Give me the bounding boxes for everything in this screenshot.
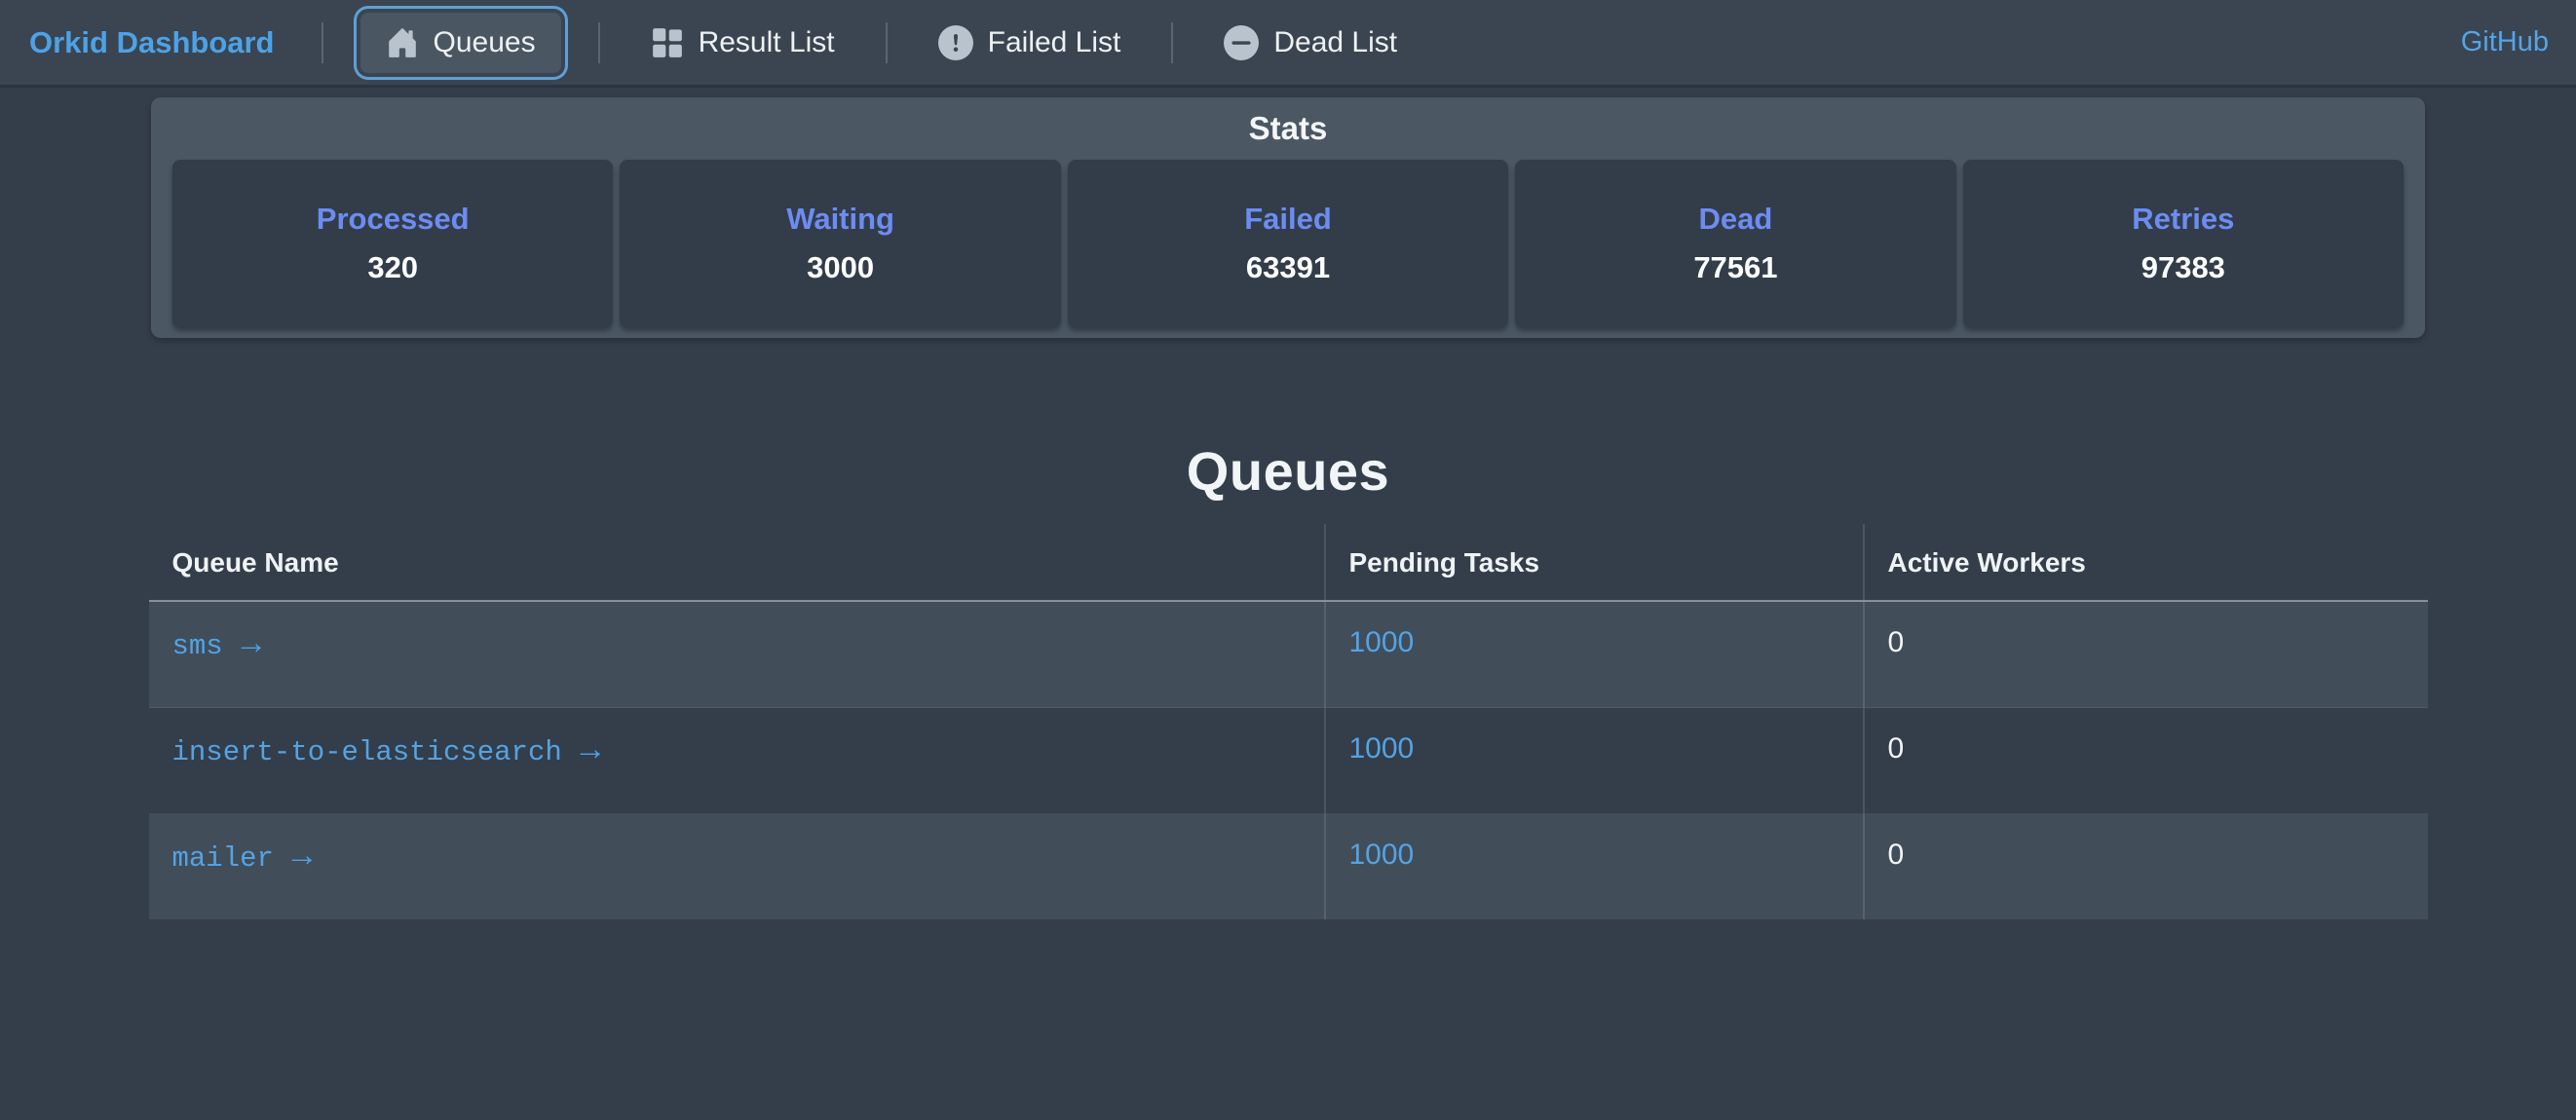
grid-icon	[651, 26, 684, 59]
queue-name-cell: insert-to-elasticsearch →	[149, 708, 1325, 814]
stat-value: 77561	[1693, 250, 1777, 285]
nav-divider	[598, 22, 600, 63]
queue-link[interactable]: sms	[172, 630, 223, 662]
stat-label: Failed	[1244, 202, 1332, 237]
arrow-right-icon: →	[235, 624, 268, 661]
stat-value: 320	[367, 250, 418, 285]
page-title: Queues	[0, 439, 2576, 503]
nav-item-label: Queues	[434, 26, 536, 59]
nav-item-label: Result List	[699, 26, 835, 59]
column-header-active-workers: Active Workers	[1864, 524, 2428, 601]
queue-name-cell: mailer →	[149, 814, 1325, 920]
brand-title[interactable]: Orkid Dashboard	[29, 25, 275, 60]
stat-card-waiting: Waiting 3000	[620, 160, 1060, 327]
nav-divider	[1171, 22, 1173, 63]
pending-tasks-link[interactable]: 1000	[1349, 626, 1415, 658]
queue-link[interactable]: insert-to-elasticsearch	[172, 736, 562, 768]
pending-tasks-cell: 1000	[1325, 601, 1864, 708]
active-workers-cell: 0	[1864, 814, 2428, 920]
exclamation-circle-icon	[938, 25, 973, 60]
stat-value: 63391	[1246, 250, 1330, 285]
stat-value: 3000	[807, 250, 874, 285]
stats-title: Stats	[172, 109, 2404, 148]
arrow-right-icon: →	[574, 730, 607, 767]
dash-circle-icon	[1224, 25, 1259, 60]
nav-divider	[886, 22, 888, 63]
pending-tasks-cell: 1000	[1325, 708, 1864, 814]
github-link[interactable]: GitHub	[2461, 26, 2549, 58]
column-header-pending-tasks: Pending Tasks	[1325, 524, 1864, 601]
nav-item-dead-list[interactable]: Dead List	[1204, 14, 1417, 72]
queues-table: Queue Name Pending Tasks Active Workers …	[149, 524, 2428, 919]
queue-name-cell: sms →	[149, 601, 1325, 708]
stats-cards: Processed 320 Waiting 3000 Failed 63391 …	[172, 160, 2404, 327]
nav-item-failed-list[interactable]: Failed List	[919, 14, 1141, 72]
table-row: mailer → 1000 0	[149, 814, 2428, 920]
nav-item-label: Dead List	[1273, 26, 1397, 59]
arrow-right-icon: →	[285, 837, 319, 874]
active-workers-cell: 0	[1864, 708, 2428, 814]
stat-card-retries: Retries 97383	[1963, 160, 2404, 327]
column-header-queue-name: Queue Name	[149, 524, 1325, 601]
nav-divider	[322, 22, 323, 63]
stats-panel: Stats Processed 320 Waiting 3000 Failed …	[151, 97, 2425, 338]
navbar: Orkid Dashboard Queues Result List Faile…	[0, 0, 2576, 88]
stat-card-failed: Failed 63391	[1068, 160, 1508, 327]
stat-value: 97383	[2141, 250, 2225, 285]
home-icon	[386, 26, 419, 59]
table-row: insert-to-elasticsearch → 1000 0	[149, 708, 2428, 814]
nav-item-label: Failed List	[988, 26, 1121, 59]
pending-tasks-link[interactable]: 1000	[1349, 839, 1415, 871]
queue-link[interactable]: mailer	[172, 842, 274, 875]
stat-card-processed: Processed 320	[172, 160, 613, 327]
table-row: sms → 1000 0	[149, 601, 2428, 708]
pending-tasks-link[interactable]: 1000	[1349, 732, 1415, 765]
stat-label: Dead	[1699, 202, 1773, 237]
pending-tasks-cell: 1000	[1325, 814, 1864, 920]
nav-item-result-list[interactable]: Result List	[631, 15, 854, 71]
stat-label: Retries	[2132, 202, 2234, 237]
stat-label: Waiting	[786, 202, 894, 237]
active-workers-cell: 0	[1864, 601, 2428, 708]
nav-item-queues[interactable]: Queues	[360, 13, 561, 73]
table-header-row: Queue Name Pending Tasks Active Workers	[149, 524, 2428, 601]
stat-card-dead: Dead 77561	[1515, 160, 1955, 327]
stat-label: Processed	[317, 202, 470, 237]
